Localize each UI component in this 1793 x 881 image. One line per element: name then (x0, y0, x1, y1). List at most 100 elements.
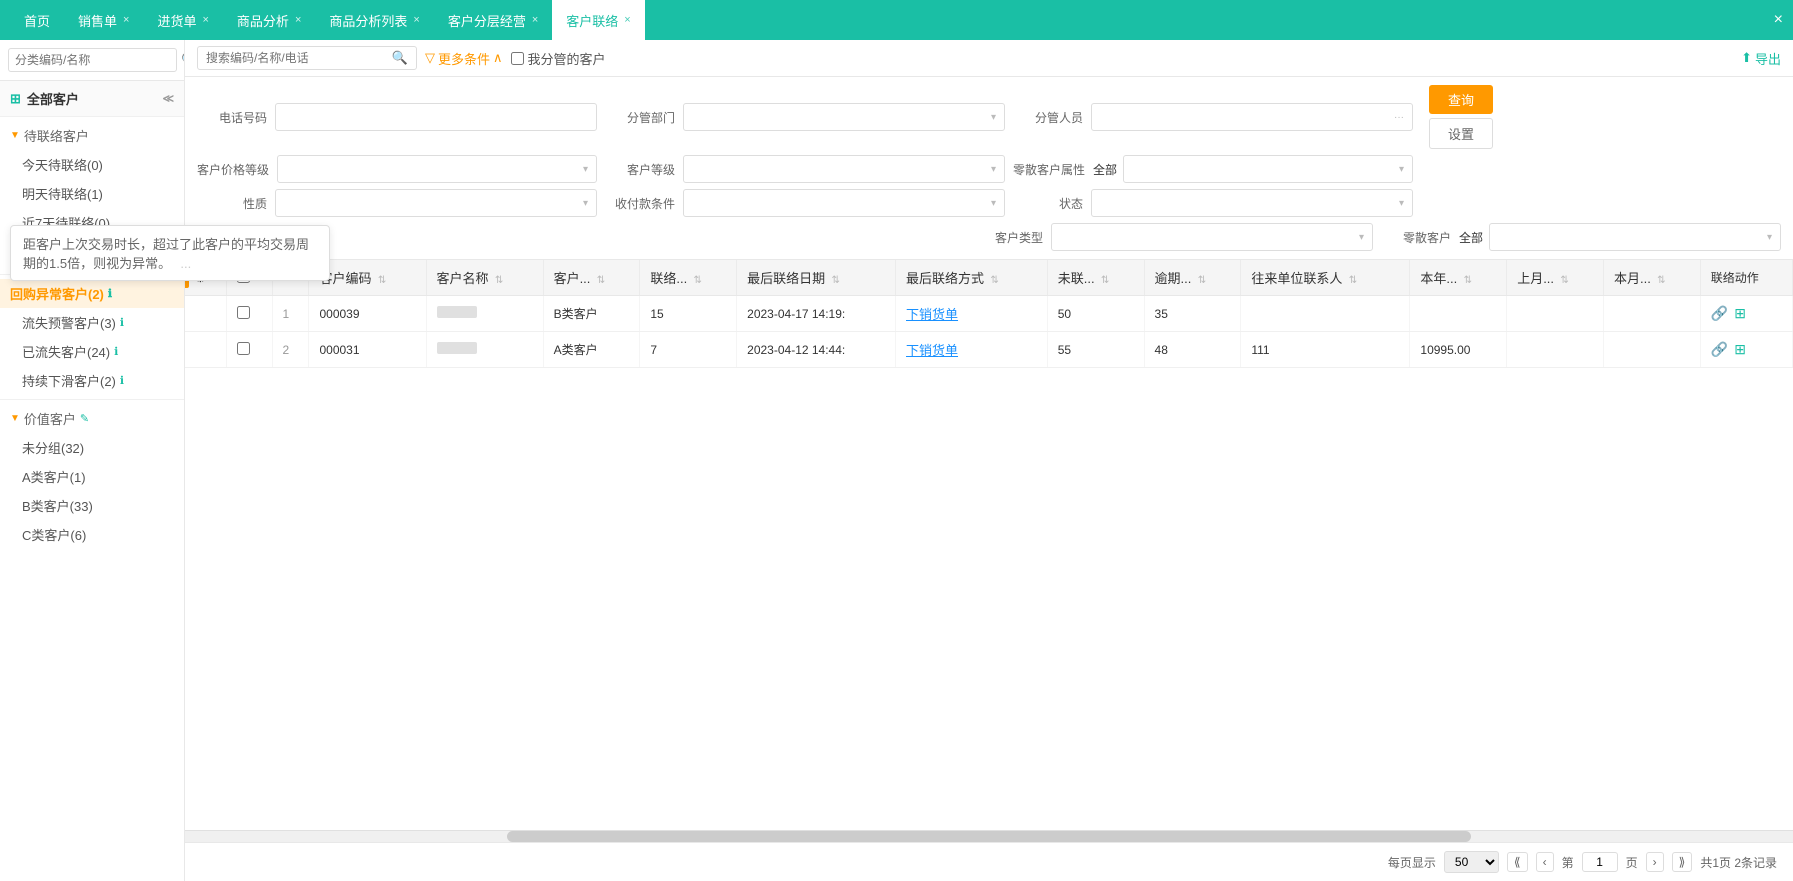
close-icon[interactable]: × (624, 14, 630, 26)
per-page-select[interactable]: 50 10 20 100 (1444, 851, 1499, 873)
td-check[interactable] (227, 296, 272, 332)
page-input[interactable] (1582, 852, 1618, 872)
sidebar-item-unclassified[interactable]: 未分组(32) (0, 433, 184, 462)
my-customer-checkbox[interactable]: 我分管的客户 (511, 49, 606, 68)
th-unread[interactable]: 未联... ⇅ (1047, 260, 1144, 296)
th-this-month[interactable]: 本月... ⇅ (1603, 260, 1700, 296)
payment-select[interactable]: ▾ (683, 189, 1005, 217)
sort-icon: ⇅ (1198, 275, 1206, 286)
edit-icon[interactable]: ✎ (80, 412, 89, 425)
sidebar-item-abnormal[interactable]: 回购异常客户(2) ℹ (0, 279, 184, 308)
row-checkbox[interactable] (237, 342, 250, 355)
retail-customer-select[interactable]: ▾ (1489, 223, 1781, 251)
export-button[interactable]: ⬆ 导出 (1741, 49, 1781, 68)
sidebar-item-c-class[interactable]: C类客户(6) (0, 520, 184, 549)
action-buttons: 查询 设置 (1429, 85, 1493, 149)
last-page-button[interactable]: ⟫ (1672, 852, 1693, 872)
th-this-year[interactable]: 本年... ⇅ (1410, 260, 1507, 296)
td-last-contact-method[interactable]: 下销货单 (896, 332, 1048, 368)
sidebar-item-declining[interactable]: 持续下滑客户(2) ℹ (0, 366, 184, 395)
close-icon[interactable]: × (532, 14, 538, 26)
td-this-year (1410, 296, 1507, 332)
filter-row-1: 电话号码 分管部门 ▾ 分管人员 ··· (197, 85, 1781, 149)
link-action-icon[interactable]: 🔗 (1711, 341, 1728, 358)
pending-contact-title[interactable]: ▼ 待联络客户 (0, 121, 184, 150)
value-customer-title[interactable]: ▼ 价值客户 ✎ (0, 404, 184, 433)
my-customer-input[interactable] (511, 52, 524, 65)
horizontal-scrollbar[interactable] (185, 830, 1793, 842)
status-select[interactable]: ▾ (1091, 189, 1413, 217)
query-button[interactable]: 查询 (1429, 85, 1493, 114)
td-overdue: 48 (1144, 332, 1241, 368)
search-input[interactable] (206, 51, 392, 65)
filter-row-3: 性质 ▾ 收付款条件 ▾ 状态 (197, 189, 1781, 217)
sidebar-item-tomorrow[interactable]: 明天待联络(1) (0, 179, 184, 208)
nav-item-product-list[interactable]: 商品分析列表 × (315, 0, 433, 40)
more-filter-button[interactable]: ▽ 更多条件 ∧ (425, 49, 503, 68)
sidebar-search-input[interactable] (8, 48, 177, 72)
close-tooltip-icon[interactable]: ... (180, 256, 191, 271)
name-placeholder (437, 306, 477, 318)
td-this-month (1603, 296, 1700, 332)
price-grade-select[interactable]: ▾ (277, 155, 597, 183)
nav-item-sales[interactable]: 销售单 × (64, 0, 143, 40)
close-icon[interactable]: × (202, 14, 208, 26)
dept-select[interactable]: ▾ (683, 103, 1005, 131)
sidebar-item-lostwarning[interactable]: 流失预警客户(3) ℹ (0, 308, 184, 337)
pagination-bar: 每页显示 50 10 20 100 ⟪ ‹ 第 页 › ⟫ 共1页 2条记录 (185, 842, 1793, 881)
search-icon[interactable]: 🔍 (392, 50, 408, 66)
td-check[interactable] (227, 332, 272, 368)
grid-action-icon[interactable]: ⊞ (1734, 341, 1746, 358)
nav-item-customer-contact[interactable]: 客户联络 × (552, 0, 644, 40)
gender-select[interactable]: ▾ (275, 189, 597, 217)
close-icon[interactable]: × (295, 14, 301, 26)
link-action-icon[interactable]: 🔗 (1711, 305, 1728, 322)
th-last-contact-date[interactable]: 最后联络日期 ⇅ (737, 260, 896, 296)
th-name[interactable]: 客户名称 ⇅ (426, 260, 543, 296)
row-checkbox[interactable] (237, 306, 250, 319)
th-overdue[interactable]: 逾期... ⇅ (1144, 260, 1241, 296)
sidebar-item-today[interactable]: 今天待联络(0) (0, 150, 184, 179)
nav-item-product-analysis[interactable]: 商品分析 × (223, 0, 315, 40)
th-unit-contact[interactable]: 往来单位联系人 ⇅ (1241, 260, 1410, 296)
customer-grade-select[interactable]: ▾ (683, 155, 1005, 183)
sort-icon: ⇅ (495, 275, 503, 286)
td-last-contact-date: 2023-04-17 14:19: (737, 296, 896, 332)
person-select[interactable]: ··· (1091, 103, 1413, 131)
setting-button[interactable]: 设置 (1429, 118, 1493, 149)
info-icon[interactable]: ℹ (120, 316, 124, 329)
scroll-thumb[interactable] (507, 831, 1472, 842)
first-page-button[interactable]: ⟪ (1507, 852, 1528, 872)
info-icon[interactable]: ℹ (120, 374, 124, 387)
next-page-button[interactable]: › (1646, 852, 1664, 872)
chevron-down-icon: ▾ (1399, 198, 1404, 209)
close-all-button[interactable]: × (1774, 11, 1783, 29)
phone-input[interactable] (275, 103, 597, 131)
sidebar-item-lost[interactable]: 已流失客户(24) ℹ (0, 337, 184, 366)
info-icon[interactable]: ℹ (114, 345, 118, 358)
sidebar-item-a-class[interactable]: A类客户(1) (0, 462, 184, 491)
prev-page-button[interactable]: ‹ (1536, 852, 1554, 872)
customer-type-select[interactable]: ▾ (1051, 223, 1373, 251)
sidebar-search-area: 🔍 (0, 40, 184, 81)
info-icon[interactable]: ℹ (108, 287, 112, 300)
nav-item-customer-tier[interactable]: 客户分层经营 × (434, 0, 552, 40)
sidebar-item-b-class[interactable]: B类客户(33) (0, 491, 184, 520)
filter-gender: 性质 ▾ (197, 189, 597, 217)
collapse-icon[interactable]: ≪ (162, 92, 174, 105)
table-area: ⚙ 客户编码 ⇅ 客户名称 ⇅ 客户... ⇅ (185, 260, 1793, 830)
th-last-month[interactable]: 上月... ⇅ (1507, 260, 1604, 296)
grid-action-icon[interactable]: ⊞ (1734, 305, 1746, 322)
th-contact[interactable]: 联络... ⇅ (640, 260, 737, 296)
toolbar: 🔍 ▽ 更多条件 ∧ 我分管的客户 ⬆ 导出 (185, 40, 1793, 77)
export-icon: ⬆ (1741, 50, 1752, 66)
th-category[interactable]: 客户... ⇅ (543, 260, 640, 296)
nav-item-purchase[interactable]: 进货单 × (143, 0, 222, 40)
close-icon[interactable]: × (123, 14, 129, 26)
nav-item-home[interactable]: 首页 (10, 0, 64, 40)
td-contact: 15 (640, 296, 737, 332)
th-last-contact-method[interactable]: 最后联络方式 ⇅ (896, 260, 1048, 296)
td-last-contact-method[interactable]: 下销货单 (896, 296, 1048, 332)
close-icon[interactable]: × (413, 14, 419, 26)
retail-attr-select[interactable]: ▾ (1123, 155, 1413, 183)
